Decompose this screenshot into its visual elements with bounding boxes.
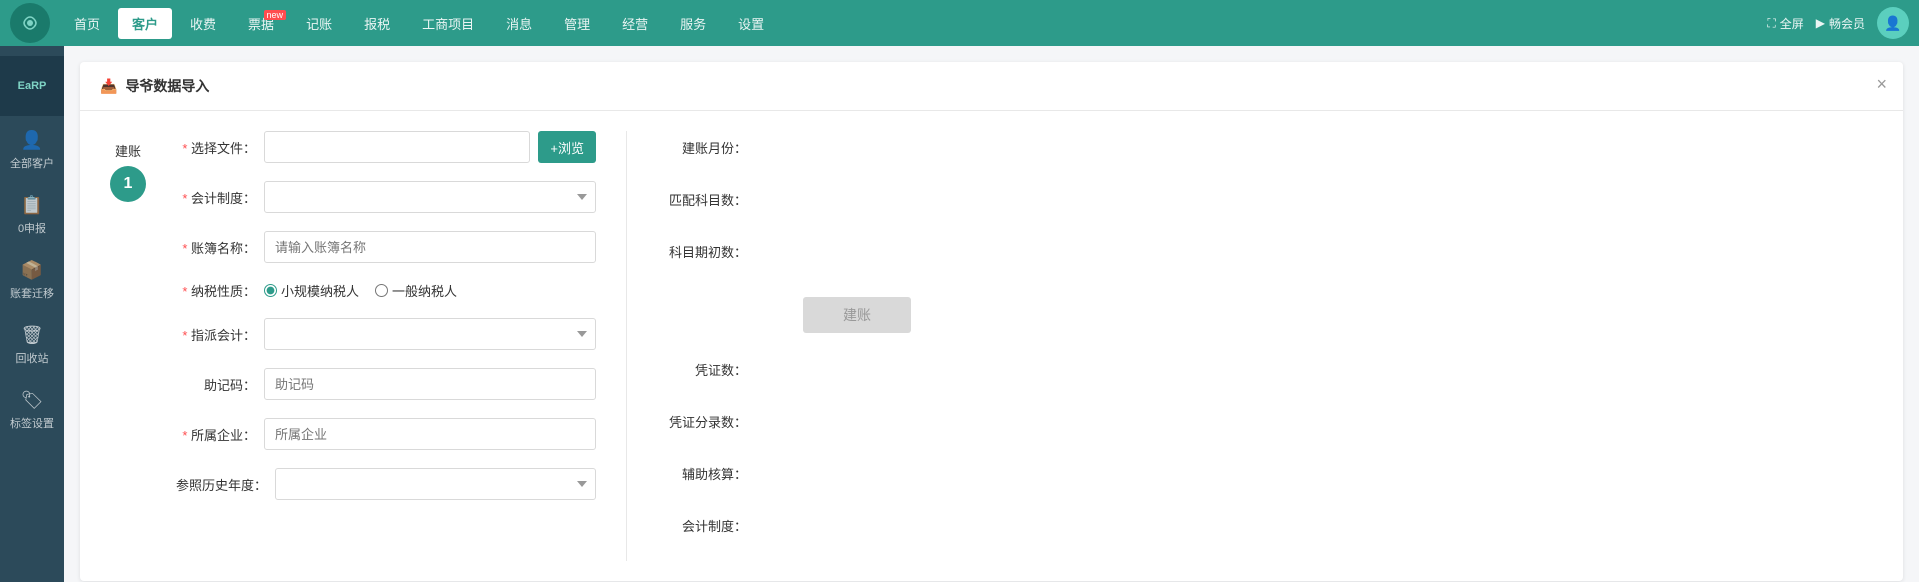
- nav-operation[interactable]: 经营: [608, 8, 662, 39]
- nav-bookkeeping[interactable]: 记账: [292, 8, 346, 39]
- right-row-aux-accounting: 辅助核算：: [657, 457, 1057, 489]
- nav-fee[interactable]: 收费: [176, 8, 230, 39]
- member-icon: ▶: [1816, 16, 1825, 30]
- build-button-area: 建账: [657, 287, 1057, 353]
- form-row-accountant: 指派会计：: [176, 318, 596, 350]
- step-section: 建账 1: [110, 131, 146, 561]
- form-row-accounting-system: 会计制度：: [176, 181, 596, 213]
- nav-invoice[interactable]: 票据 new: [234, 8, 288, 39]
- close-button[interactable]: ×: [1876, 74, 1887, 95]
- accounting-system-label: 会计制度：: [176, 188, 256, 207]
- sidebar-item-migration[interactable]: 📦 账套迁移: [0, 250, 64, 311]
- accountant-select[interactable]: [264, 318, 596, 350]
- nav-right: ⛶ 全屏 ▶ 畅会员 👤: [1767, 7, 1909, 39]
- tags-icon: 🏷: [21, 390, 44, 411]
- bookname-input[interactable]: [264, 231, 596, 263]
- right-row-match-accounts: 匹配科目数：: [657, 183, 1057, 215]
- user-avatar[interactable]: 👤: [1877, 7, 1909, 39]
- form-row-history-year: 参照历史年度：: [176, 468, 596, 500]
- content: 📥 导爷数据导入 × 建账 1 选择文件：: [64, 46, 1919, 582]
- radio-general-taxpayer-input[interactable]: [375, 284, 388, 297]
- form-right: 建账月份： 匹配科目数： 科目期初数： 建账: [657, 131, 1057, 561]
- mnemonic-label: 助记码：: [176, 375, 256, 394]
- accountant-label: 指派会计：: [176, 325, 256, 344]
- member-btn[interactable]: ▶ 畅会员: [1816, 15, 1865, 32]
- nav-settings[interactable]: 设置: [724, 8, 778, 39]
- nav-bizproject[interactable]: 工商项目: [408, 8, 488, 39]
- right-row-month: 建账月份：: [657, 131, 1057, 163]
- panel-header: 📥 导爷数据导入: [80, 62, 1903, 111]
- main-layout: EaRP 👤 全部客户 📋 0申报 📦 账套迁移 🗑 回收站 🏷 标签设置 📥: [0, 46, 1919, 582]
- sidebar-item-recycle[interactable]: 🗑 回收站: [0, 315, 64, 376]
- nav-message[interactable]: 消息: [492, 8, 546, 39]
- radio-general-taxpayer[interactable]: 一般纳税人: [375, 281, 457, 300]
- step-label: 建账: [115, 141, 141, 160]
- form-row-file: 选择文件： +浏览: [176, 131, 596, 163]
- right-row-accounting-system2: 会计制度：: [657, 509, 1057, 541]
- right-row-voucher-entries: 凭证分录数：: [657, 405, 1057, 437]
- import-panel: 📥 导爷数据导入 × 建账 1 选择文件：: [80, 62, 1903, 581]
- sidebar-item-tags[interactable]: 🏷 标签设置: [0, 380, 64, 441]
- form-row-company: 所属企业：: [176, 418, 596, 450]
- company-label: 所属企业：: [176, 425, 256, 444]
- right-row-opening-balance: 科目期初数：: [657, 235, 1057, 267]
- new-badge: new: [264, 10, 287, 20]
- voucher-entries-label: 凭证分录数：: [657, 412, 747, 431]
- sidebar-item-declare[interactable]: 📋 0申报: [0, 185, 64, 246]
- all-customers-icon: 👤: [21, 130, 43, 151]
- bookname-label: 账簿名称：: [176, 238, 256, 257]
- mnemonic-input[interactable]: [264, 368, 596, 400]
- form-row-bookname: 账簿名称：: [176, 231, 596, 263]
- radio-small-taxpayer-input[interactable]: [264, 284, 277, 297]
- match-accounts-label: 匹配科目数：: [657, 190, 747, 209]
- nav-items: 首页 客户 收费 票据 new 记账 报税 工商项目 消息 管理 经营 服务 设…: [60, 8, 1767, 39]
- accounting-system2-label: 会计制度：: [657, 516, 747, 535]
- browse-button[interactable]: +浏览: [538, 131, 596, 163]
- logo: [10, 3, 50, 43]
- form-row-mnemonic: 助记码：: [176, 368, 596, 400]
- build-button[interactable]: 建账: [803, 297, 911, 333]
- history-year-select[interactable]: [275, 468, 596, 500]
- accounting-system-select[interactable]: [264, 181, 596, 213]
- nav-manage[interactable]: 管理: [550, 8, 604, 39]
- declare-icon: 📋: [21, 195, 43, 216]
- nav-service[interactable]: 服务: [666, 8, 720, 39]
- taxtype-radio-group: 小规模纳税人 一般纳税人: [264, 281, 596, 300]
- file-input-group: +浏览: [264, 131, 596, 163]
- avatar-icon: 👤: [1884, 15, 1901, 32]
- nav-home[interactable]: 首页: [60, 8, 114, 39]
- import-icon: 📥: [100, 78, 117, 95]
- nav-tax[interactable]: 报税: [350, 8, 404, 39]
- opening-balance-label: 科目期初数：: [657, 242, 747, 261]
- panel-title: 导爷数据导入: [125, 76, 209, 96]
- recycle-icon: 🗑: [21, 325, 44, 346]
- vertical-divider: [626, 131, 627, 561]
- sidebar-logo: EaRP: [0, 56, 64, 116]
- nav-customer[interactable]: 客户: [118, 8, 172, 39]
- fullscreen-btn[interactable]: ⛶ 全屏: [1767, 15, 1803, 32]
- right-row-vouchers: 凭证数：: [657, 353, 1057, 385]
- month-label: 建账月份：: [657, 138, 747, 157]
- file-label: 选择文件：: [176, 138, 256, 157]
- migration-icon: 📦: [21, 260, 43, 281]
- sidebar-item-allcustomers[interactable]: 👤 全部客户: [0, 120, 64, 181]
- fullscreen-icon: ⛶: [1767, 16, 1775, 31]
- aux-accounting-label: 辅助核算：: [657, 464, 747, 483]
- top-nav: 首页 客户 收费 票据 new 记账 报税 工商项目 消息 管理 经营 服务 设…: [0, 0, 1919, 46]
- form-row-taxtype: 纳税性质： 小规模纳税人 一般纳税人: [176, 281, 596, 300]
- taxtype-label: 纳税性质：: [176, 281, 256, 300]
- step-circle: 1: [110, 166, 146, 202]
- panel-body: 建账 1 选择文件： +浏览 会计制度：: [80, 111, 1903, 581]
- sidebar: EaRP 👤 全部客户 📋 0申报 📦 账套迁移 🗑 回收站 🏷 标签设置: [0, 46, 64, 582]
- sidebar-logo-text: EaRP: [18, 80, 47, 92]
- form-left: 选择文件： +浏览 会计制度：: [176, 131, 596, 561]
- radio-small-taxpayer[interactable]: 小规模纳税人: [264, 281, 359, 300]
- company-input[interactable]: [264, 418, 596, 450]
- history-year-label: 参照历史年度：: [176, 475, 267, 494]
- vouchers-label: 凭证数：: [657, 360, 747, 379]
- file-input[interactable]: [264, 131, 530, 163]
